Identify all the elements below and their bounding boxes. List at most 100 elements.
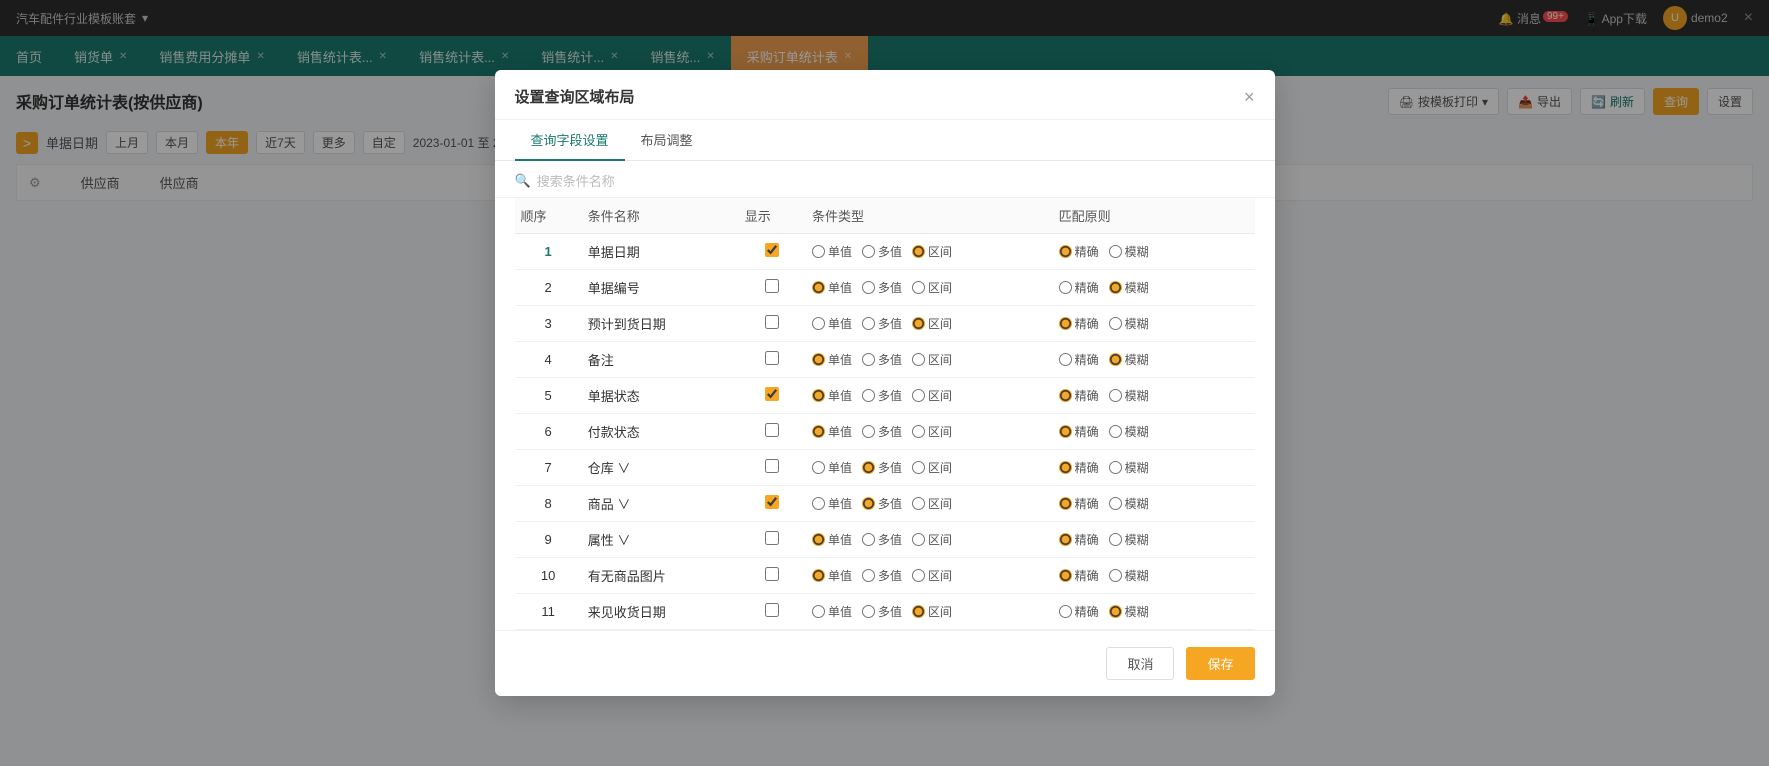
type-radio-item[interactable]: 区间 (912, 243, 952, 260)
type-radio-item[interactable]: 多值 (862, 279, 902, 296)
match-radio-item[interactable]: 精确 (1059, 531, 1099, 548)
type-radio-item[interactable]: 单值 (812, 567, 852, 584)
cell-name: 预计到货日期 (582, 306, 739, 342)
match-radio-item[interactable]: 精确 (1059, 279, 1099, 296)
cell-name: 属性 ∨ (582, 522, 739, 558)
save-button[interactable]: 保存 (1186, 647, 1254, 680)
match-radio-item[interactable]: 模糊 (1109, 495, 1149, 512)
type-radio-item[interactable]: 单值 (812, 531, 852, 548)
type-radio-item[interactable]: 单值 (812, 495, 852, 512)
cell-match: 精确模糊 (1053, 414, 1255, 450)
type-radio-item[interactable]: 多值 (862, 531, 902, 548)
type-radio-item[interactable]: 单值 (812, 603, 852, 620)
match-radio-item[interactable]: 模糊 (1109, 603, 1149, 620)
type-radio-item[interactable]: 区间 (912, 603, 952, 620)
match-radio-item[interactable]: 精确 (1059, 315, 1099, 332)
cell-match: 精确模糊 (1053, 486, 1255, 522)
cell-order: 10 (515, 558, 582, 594)
cell-name: 备注 (582, 342, 739, 378)
match-radio-item[interactable]: 模糊 (1109, 351, 1149, 368)
type-radio-item[interactable]: 单值 (812, 387, 852, 404)
type-radio-item[interactable]: 多值 (862, 351, 902, 368)
show-checkbox[interactable] (765, 351, 779, 365)
match-radio-item[interactable]: 模糊 (1109, 459, 1149, 476)
show-checkbox[interactable] (765, 495, 779, 509)
tab-layout-adjust[interactable]: 布局调整 (625, 120, 709, 161)
type-radio-item[interactable]: 区间 (912, 279, 952, 296)
type-radio-item[interactable]: 区间 (912, 567, 952, 584)
match-radio-item[interactable]: 精确 (1059, 603, 1099, 620)
cell-show (739, 414, 806, 450)
tab-field-settings[interactable]: 查询字段设置 (515, 120, 625, 161)
type-radio-item[interactable]: 多值 (862, 423, 902, 440)
match-radio-item[interactable]: 模糊 (1109, 423, 1149, 440)
type-radio-item[interactable]: 区间 (912, 351, 952, 368)
type-radio-item[interactable]: 区间 (912, 315, 952, 332)
cell-type: 单值多值区间 (806, 378, 1053, 414)
modal-footer: 取消 保存 (495, 630, 1275, 696)
type-radio-item[interactable]: 区间 (912, 387, 952, 404)
type-radio-item[interactable]: 单值 (812, 315, 852, 332)
match-radio-item[interactable]: 模糊 (1109, 567, 1149, 584)
show-checkbox[interactable] (765, 567, 779, 581)
cell-show (739, 378, 806, 414)
cell-order: 7 (515, 450, 582, 486)
modal-header: 设置查询区域布局 × (495, 70, 1275, 120)
modal-dialog: 设置查询区域布局 × 查询字段设置 布局调整 🔍 顺序 条件名称 (495, 70, 1275, 696)
type-radio-item[interactable]: 单值 (812, 459, 852, 476)
table-row: 11来见收货日期单值多值区间精确模糊 (515, 594, 1255, 630)
modal-tabs: 查询字段设置 布局调整 (495, 120, 1275, 161)
match-radio-item[interactable]: 精确 (1059, 567, 1099, 584)
type-radio-item[interactable]: 多值 (862, 603, 902, 620)
cell-type: 单值多值区间 (806, 270, 1053, 306)
cell-show (739, 342, 806, 378)
show-checkbox[interactable] (765, 387, 779, 401)
match-radio-item[interactable]: 精确 (1059, 243, 1099, 260)
cancel-button[interactable]: 取消 (1106, 647, 1174, 680)
match-radio-item[interactable]: 模糊 (1109, 531, 1149, 548)
type-radio-item[interactable]: 多值 (862, 567, 902, 584)
match-radio-item[interactable]: 模糊 (1109, 243, 1149, 260)
cell-type: 单值多值区间 (806, 486, 1053, 522)
match-radio-item[interactable]: 精确 (1059, 495, 1099, 512)
modal-close-button[interactable]: × (1244, 88, 1255, 106)
type-radio-item[interactable]: 多值 (862, 243, 902, 260)
cell-order: 5 (515, 378, 582, 414)
cell-order: 3 (515, 306, 582, 342)
type-radio-item[interactable]: 多值 (862, 315, 902, 332)
table-row: 10有无商品图片单值多值区间精确模糊 (515, 558, 1255, 594)
type-radio-item[interactable]: 区间 (912, 423, 952, 440)
type-radio-item[interactable]: 单值 (812, 243, 852, 260)
show-checkbox[interactable] (765, 459, 779, 473)
type-radio-item[interactable]: 单值 (812, 423, 852, 440)
cell-name: 单据日期 (582, 234, 739, 270)
search-input[interactable] (537, 174, 737, 189)
show-checkbox[interactable] (765, 315, 779, 329)
match-radio-item[interactable]: 精确 (1059, 351, 1099, 368)
show-checkbox[interactable] (765, 279, 779, 293)
table-row: 7仓库 ∨单值多值区间精确模糊 (515, 450, 1255, 486)
conditions-table: 顺序 条件名称 显示 条件类型 匹配原则 1单据日期单值多值区间精确模糊2单据编… (495, 198, 1275, 630)
th-show: 显示 (739, 198, 806, 234)
match-radio-item[interactable]: 模糊 (1109, 279, 1149, 296)
match-radio-item[interactable]: 精确 (1059, 423, 1099, 440)
type-radio-item[interactable]: 区间 (912, 495, 952, 512)
type-radio-item[interactable]: 多值 (862, 459, 902, 476)
type-radio-item[interactable]: 多值 (862, 387, 902, 404)
type-radio-item[interactable]: 多值 (862, 495, 902, 512)
match-radio-item[interactable]: 精确 (1059, 459, 1099, 476)
type-radio-item[interactable]: 区间 (912, 459, 952, 476)
show-checkbox[interactable] (765, 243, 779, 257)
type-radio-item[interactable]: 单值 (812, 279, 852, 296)
type-radio-item[interactable]: 单值 (812, 351, 852, 368)
table-row: 5单据状态单值多值区间精确模糊 (515, 378, 1255, 414)
match-radio-item[interactable]: 精确 (1059, 387, 1099, 404)
match-radio-item[interactable]: 模糊 (1109, 387, 1149, 404)
show-checkbox[interactable] (765, 531, 779, 545)
show-checkbox[interactable] (765, 423, 779, 437)
match-radio-item[interactable]: 模糊 (1109, 315, 1149, 332)
type-radio-item[interactable]: 区间 (912, 531, 952, 548)
cell-type: 单值多值区间 (806, 234, 1053, 270)
show-checkbox[interactable] (765, 603, 779, 617)
cell-order: 4 (515, 342, 582, 378)
